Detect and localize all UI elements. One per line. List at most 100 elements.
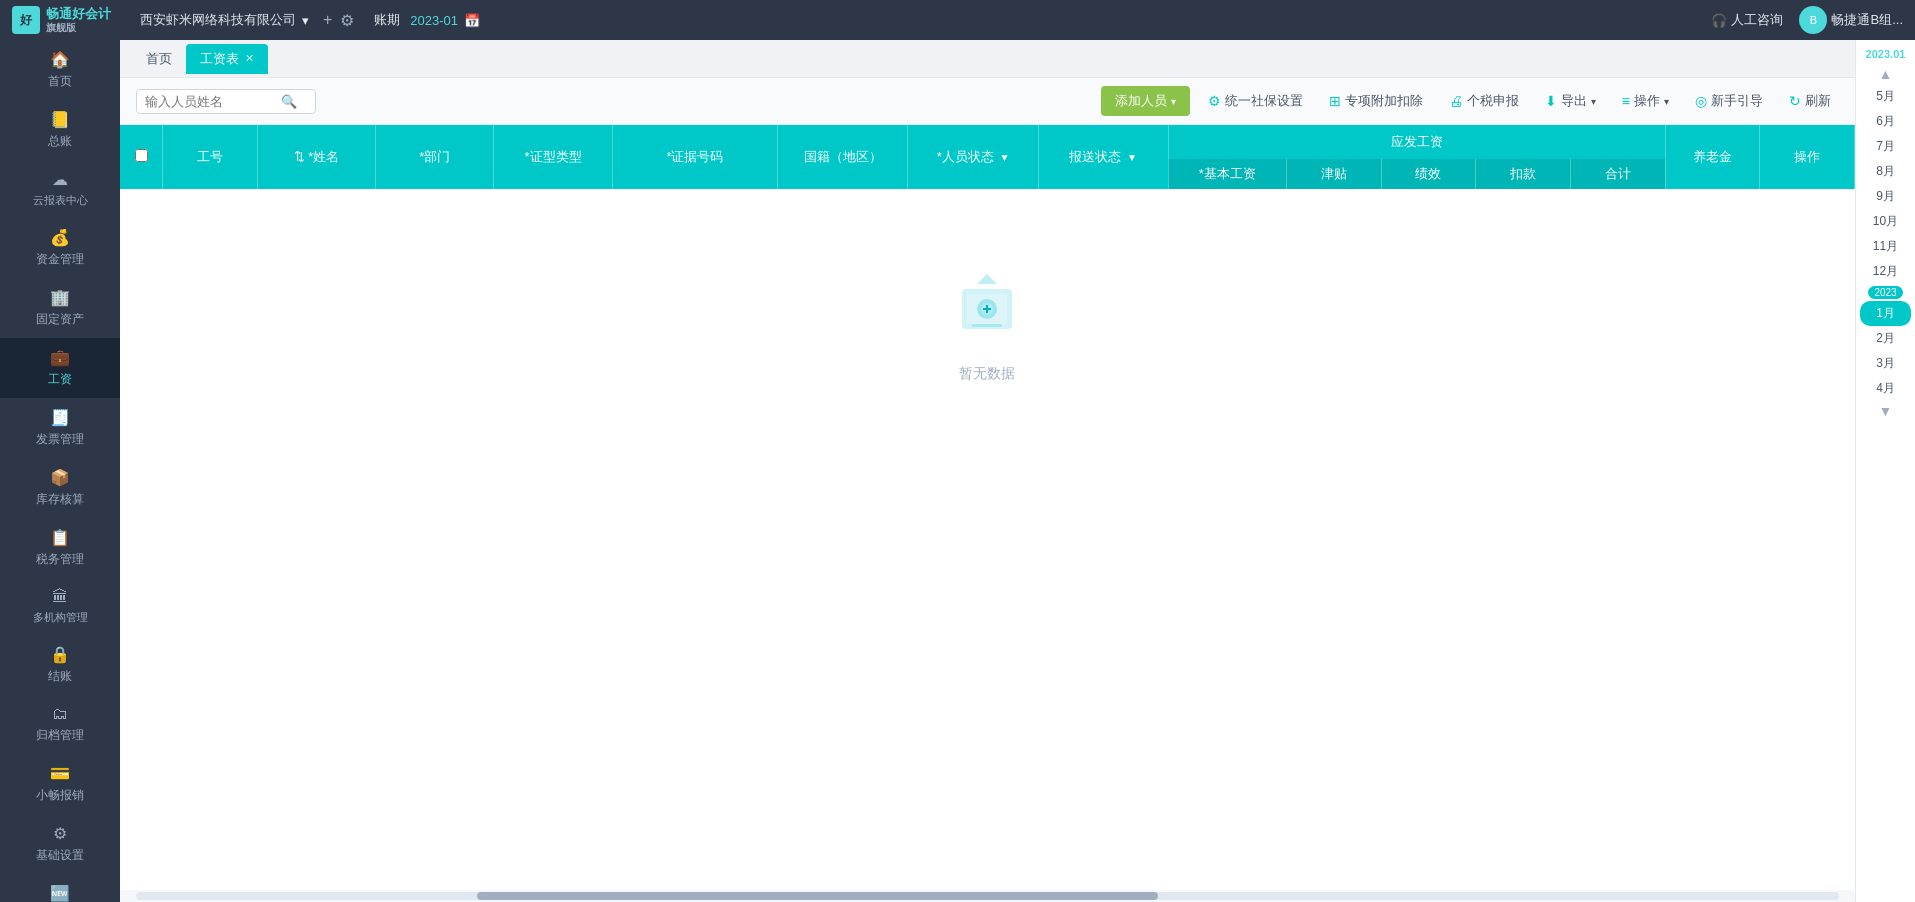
rp-month-9[interactable]: 9月: [1856, 184, 1915, 209]
guide-button[interactable]: ◎ 新手引导: [1687, 88, 1771, 114]
operations-button[interactable]: ≡ 操作 ▾: [1614, 88, 1677, 114]
guide-toolbar-label: 新手引导: [1711, 92, 1763, 110]
social-insurance-icon: ⚙: [1208, 93, 1221, 109]
sidebar-label-fund: 资金管理: [36, 251, 84, 268]
tax-declaration-button[interactable]: 🖨 个税申报: [1441, 88, 1527, 114]
th-operations: 操作: [1760, 125, 1855, 189]
rp-month-2[interactable]: 2月: [1856, 326, 1915, 351]
rp-month-3[interactable]: 3月: [1856, 351, 1915, 376]
operations-icon: ≡: [1622, 93, 1630, 109]
sidebar-label-assets: 固定资产: [36, 311, 84, 328]
refresh-icon: ↻: [1789, 93, 1801, 109]
company-dropdown-icon[interactable]: ▾: [302, 13, 309, 28]
period-value: 2023-01: [410, 13, 458, 28]
th-dept: *部门: [376, 125, 494, 189]
sidebar-item-close[interactable]: 🔒 结账: [0, 635, 120, 695]
sidebar-label-inventory: 库存核算: [36, 491, 84, 508]
rp-month-10[interactable]: 10月: [1856, 209, 1915, 234]
add-person-button[interactable]: 添加人员 ▾: [1101, 86, 1190, 116]
social-insurance-label: 统一社保设置: [1225, 92, 1303, 110]
social-insurance-button[interactable]: ⚙ 统一社保设置: [1200, 88, 1311, 114]
rp-month-8[interactable]: 8月: [1856, 159, 1915, 184]
sidebar-item-invoice[interactable]: 🧾 发票管理: [0, 398, 120, 458]
sidebar: 🏠 首页 📒 总账 ☁ 云报表中心 💰 资金管理 🏢 固定资产 💼 工资 🧾 发…: [0, 40, 120, 902]
user-menu[interactable]: B 畅捷通B组...: [1799, 6, 1903, 34]
th-base-wage: *基本工资: [1168, 159, 1286, 189]
operations-label: 操作: [1634, 92, 1660, 110]
rp-month-6[interactable]: 6月: [1856, 109, 1915, 134]
tax-icon: 📋: [50, 528, 70, 547]
company-selector[interactable]: 西安虾米网络科技有限公司 ▾: [140, 11, 309, 29]
search-input[interactable]: [145, 94, 275, 109]
guide-toolbar-icon: ◎: [1695, 93, 1707, 109]
sidebar-item-cloud-report[interactable]: ☁ 云报表中心: [0, 160, 120, 218]
svg-marker-7: [977, 274, 997, 284]
tax-declaration-icon: 🖨: [1449, 93, 1463, 109]
fund-icon: 💰: [50, 228, 70, 247]
search-wrap[interactable]: 🔍: [136, 89, 316, 114]
th-performance: 绩效: [1381, 159, 1476, 189]
empty-illustration: [947, 269, 1027, 349]
period-label: 账期: [374, 11, 400, 29]
service-label: 人工咨询: [1731, 11, 1783, 29]
rp-month-1[interactable]: 1月: [1860, 301, 1911, 326]
sidebar-item-fund[interactable]: 💰 资金管理: [0, 218, 120, 278]
add-button[interactable]: +: [323, 11, 332, 29]
sidebar-item-settings[interactable]: ⚙ 基础设置: [0, 814, 120, 874]
sidebar-item-ledger[interactable]: 📒 总账: [0, 100, 120, 160]
add-person-dropdown-icon: ▾: [1171, 96, 1176, 107]
logo-icon: 好: [12, 6, 40, 34]
export-button[interactable]: ⬇ 导出 ▾: [1537, 88, 1604, 114]
rp-down-button[interactable]: ▼: [1876, 401, 1896, 421]
sidebar-item-home[interactable]: 🏠 首页: [0, 40, 120, 100]
rp-month-11[interactable]: 11月: [1856, 234, 1915, 259]
top-bar: 好 畅通好会计 旗舰版 西安虾米网络科技有限公司 ▾ + ⚙ 账期 2023-0…: [0, 0, 1915, 40]
sidebar-item-payroll[interactable]: 💼 工资: [0, 338, 120, 398]
settings-button[interactable]: ⚙: [340, 11, 354, 30]
sidebar-item-expense[interactable]: 💳 小畅报销: [0, 754, 120, 814]
th-checkbox[interactable]: [120, 125, 163, 189]
period-selector[interactable]: 账期 2023-01 📅: [374, 11, 480, 29]
sidebar-item-guide[interactable]: 🆕 新手引导: [0, 874, 120, 902]
rp-up-button[interactable]: ▲: [1876, 64, 1896, 84]
rp-month-7[interactable]: 7月: [1856, 134, 1915, 159]
th-name: ⇅ *姓名: [257, 125, 375, 189]
calendar-icon[interactable]: 📅: [464, 13, 480, 28]
person-status-filter-icon[interactable]: ▼: [999, 152, 1009, 163]
th-id-type: *证型类型: [494, 125, 612, 189]
guide-icon: 🆕: [50, 884, 70, 902]
scrollbar-thumb[interactable]: [477, 892, 1158, 900]
special-deduction-button[interactable]: ⊞ 专项附加扣除: [1321, 88, 1431, 114]
rp-month-4[interactable]: 4月: [1856, 376, 1915, 401]
search-icon: 🔍: [281, 94, 297, 109]
inventory-icon: 📦: [50, 468, 70, 487]
tab-home-label: 首页: [146, 50, 172, 68]
export-label: 导出: [1561, 92, 1587, 110]
add-person-label: 添加人员: [1115, 92, 1167, 110]
archive-icon: 🗂: [52, 705, 68, 723]
tab-payroll-table[interactable]: 工资表 ✕: [186, 44, 268, 74]
th-subsidy: 津贴: [1287, 159, 1382, 189]
operations-dropdown-icon: ▾: [1664, 96, 1669, 107]
tab-home[interactable]: 首页: [132, 44, 186, 74]
sidebar-item-archive[interactable]: 🗂 归档管理: [0, 695, 120, 754]
empty-state-cell: 暂无数据: [120, 189, 1855, 463]
select-all-checkbox[interactable]: [135, 149, 148, 162]
top-bar-right: 🎧 人工咨询 B 畅捷通B组...: [1711, 6, 1903, 34]
special-deduction-icon: ⊞: [1329, 93, 1341, 109]
refresh-button[interactable]: ↻ 刷新: [1781, 88, 1839, 114]
sidebar-item-assets[interactable]: 🏢 固定资产: [0, 278, 120, 338]
tab-close-button[interactable]: ✕: [245, 52, 254, 65]
sidebar-label-cloud-report: 云报表中心: [33, 193, 88, 208]
rp-month-12[interactable]: 12月: [1856, 259, 1915, 284]
sidebar-item-multi-org[interactable]: 🏛 多机构管理: [0, 578, 120, 635]
sidebar-label-invoice: 发票管理: [36, 431, 84, 448]
horizontal-scrollbar[interactable]: [120, 890, 1855, 902]
sidebar-item-inventory[interactable]: 📦 库存核算: [0, 458, 120, 518]
sidebar-item-tax[interactable]: 📋 税务管理: [0, 518, 120, 578]
report-status-filter-icon[interactable]: ▼: [1127, 152, 1137, 163]
rp-month-5[interactable]: 5月: [1856, 84, 1915, 109]
tax-declaration-label: 个税申报: [1467, 92, 1519, 110]
close-period-icon: 🔒: [50, 645, 70, 664]
human-service-button[interactable]: 🎧 人工咨询: [1711, 11, 1783, 29]
